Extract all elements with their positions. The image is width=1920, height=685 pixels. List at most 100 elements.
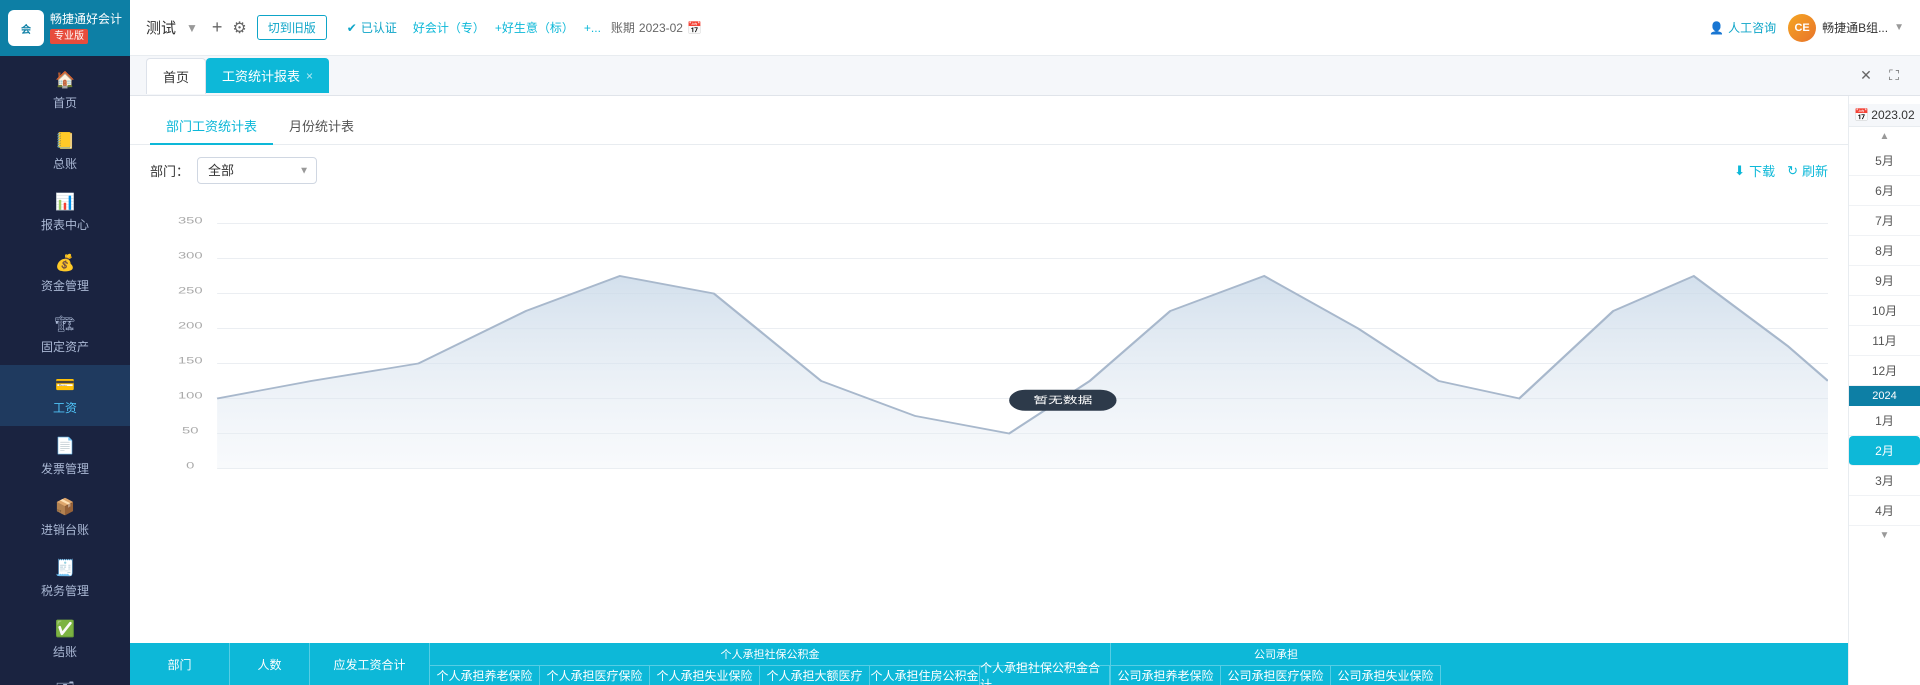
col-personal-total: 个人承担社保公积金合计 [980,666,1110,685]
sidebar-item-funds[interactable]: 💰 资金管理 [0,243,130,304]
sidebar-nav: 🏠 首页 📒 总账 📊 报表中心 💰 资金管理 🏗 固定资产 💳 工资 📄 发票… [0,56,130,685]
window-close-button[interactable]: ✕ [1856,66,1876,86]
sidebar-item-reports[interactable]: 📊 报表中心 [0,182,130,243]
col-personal-pension: 个人承担养老保险 [430,666,540,685]
dept-select[interactable]: 全部 [197,157,317,184]
date-month-7[interactable]: 7月 [1849,206,1920,236]
tab-close-button[interactable]: × [306,69,313,83]
sidebar-item-archive[interactable]: 🗂 归档管理 [0,670,130,685]
logo-text: 畅捷通好会计 专业版 [50,12,122,45]
date-month-6[interactable]: 6月 [1849,176,1920,206]
topbar-settings-button[interactable]: ⚙ [232,18,246,38]
svg-text:350: 350 [178,215,203,226]
toolbar-right: ⬇ 下载 ↻ 刷新 [1734,161,1828,180]
help-button[interactable]: 👤 人工咨询 [1709,19,1776,36]
checkout-icon: ✅ [55,619,75,639]
download-button[interactable]: ⬇ 下载 [1734,161,1775,180]
svg-text:250: 250 [178,285,203,296]
topbar-dropdown-arrow[interactable]: ▼ [186,21,198,35]
switch-old-mode-button[interactable]: 切到旧版 [257,15,327,40]
date-month-5[interactable]: 5月 [1849,146,1920,176]
chart-area: 0 50 100 150 200 250 300 350 [130,196,1848,643]
tab-salary[interactable]: 工资统计报表 × [206,58,329,93]
date-up-arrow[interactable]: ▲ [1876,127,1894,146]
home-icon: 🏠 [55,70,75,90]
sidebar-item-checkout[interactable]: ✅ 结账 [0,609,130,670]
col-personal-medical: 个人承担医疗保险 [540,666,650,685]
calendar-icon[interactable]: 📅 [687,21,702,35]
date-month-8[interactable]: 8月 [1849,236,1920,266]
check-icon: ✔ [347,21,357,35]
date-month-11[interactable]: 11月 [1849,326,1920,356]
reports-icon: 📊 [55,192,75,212]
sales-icon: 📦 [55,497,75,517]
subtab-monthly[interactable]: 月份统计表 [273,108,370,145]
svg-text:200: 200 [178,320,203,331]
sidebar-item-salary[interactable]: 💳 工资 [0,365,130,426]
date-panel: 📅 2023.02 ▲ 5月 6月 7月 8月 9月 10月 11月 12月 2… [1848,96,1920,685]
svg-text:300: 300 [178,250,203,261]
funds-icon: 💰 [55,253,75,273]
window-controls: ✕ ⛶ [1856,66,1904,86]
svg-text:50: 50 [182,425,198,436]
col-group-personal: 个人承担社保公积金 个人承担养老保险 个人承担医疗保险 个人承担失业保险 个人承… [430,643,1111,685]
user-menu[interactable]: CE 畅捷通B组... ▼ [1788,14,1904,42]
tab-home[interactable]: 首页 [146,58,206,94]
date-month-9[interactable]: 9月 [1849,266,1920,296]
group-company-cols: 公司承担养老保险 公司承担医疗保险 公司承担失业保险 [1111,666,1441,685]
sidebar-item-sales[interactable]: 📦 进销台账 [0,487,130,548]
avatar: CE [1788,14,1816,42]
tabbar: 首页 工资统计报表 × ✕ ⛶ [130,56,1920,96]
chart-tooltip-text: 暂无数据 [1033,394,1092,406]
sidebar: 会 畅捷通好会计 专业版 🏠 首页 📒 总账 📊 报表中心 💰 资金管理 🏗 固… [0,0,130,685]
sidebar-logo: 会 畅捷通好会计 专业版 [0,0,130,56]
topbar-title: 测试 [146,17,176,38]
toolbar-left: 部门： 全部 [150,157,317,184]
sidebar-item-assets[interactable]: 🏗 固定资产 [0,304,130,365]
svg-text:0: 0 [186,460,194,471]
user-arrow-icon: ▼ [1894,22,1904,33]
topbar: 测试 ▼ + ⚙ 切到旧版 ✔ 已认证 好会计（专） +好生意（标） +... … [130,0,1920,56]
group-company-label: 公司承担 [1111,643,1441,666]
toolbar: 部门： 全部 ⬇ 下载 ↻ 刷新 [130,145,1848,196]
col-company-pension: 公司承担养老保险 [1111,666,1221,685]
date-month-12[interactable]: 12月 [1849,356,1920,386]
date-panel-icon: 📅 [1854,108,1869,122]
subtabs: 部门工资统计表 月份统计表 [130,96,1848,145]
help-icon: 👤 [1709,21,1724,35]
year-2024-label: 2024 [1849,386,1920,406]
sidebar-item-ledger[interactable]: 📒 总账 [0,121,130,182]
col-total-salary: 应发工资合计 [310,643,430,685]
refresh-button[interactable]: ↻ 刷新 [1787,161,1828,180]
window-maximize-button[interactable]: ⛶ [1884,66,1904,86]
topbar-status: ✔ 已认证 [347,19,397,36]
sidebar-item-home[interactable]: 🏠 首页 [0,60,130,121]
topbar-add-button[interactable]: + [212,17,223,38]
topbar-good-business: +好生意（标） [495,19,574,36]
dept-select-wrapper: 全部 [197,157,317,184]
col-personal-large-medical: 个人承担大额医疗 [760,666,870,685]
col-personal-unemployment: 个人承担失业保险 [650,666,760,685]
refresh-icon: ↻ [1787,163,1798,179]
date-down-arrow[interactable]: ▼ [1876,526,1894,545]
col-group-company: 公司承担 公司承担养老保险 公司承担医疗保险 公司承担失业保险 [1111,643,1441,685]
download-icon: ⬇ [1734,163,1745,179]
svg-text:150: 150 [178,355,203,366]
date-panel-header: 📅 2023.02 [1849,104,1920,127]
date-2024-month-1[interactable]: 1月 [1849,406,1920,436]
date-2024-month-2[interactable]: 2月 [1849,436,1920,466]
date-month-10[interactable]: 10月 [1849,296,1920,326]
sidebar-item-invoice[interactable]: 📄 发票管理 [0,426,130,487]
table-header-row: 部门 人数 应发工资合计 个人承担社保公积金 个人承担养老保险 个人承担医疗保险… [130,643,1848,685]
date-2024-month-4[interactable]: 4月 [1849,496,1920,526]
col-personal-housing: 个人承担住房公积金 [870,666,980,685]
date-2024-month-3[interactable]: 3月 [1849,466,1920,496]
subtab-dept[interactable]: 部门工资统计表 [150,108,273,145]
salary-chart: 0 50 100 150 200 250 300 350 [150,206,1828,486]
topbar-more: +... [584,21,601,35]
sidebar-item-tax[interactable]: 🧾 税务管理 [0,548,130,609]
main-content: 测试 ▼ + ⚙ 切到旧版 ✔ 已认证 好会计（专） +好生意（标） +... … [130,0,1920,685]
ledger-icon: 📒 [55,131,75,151]
topbar-right: 👤 人工咨询 CE 畅捷通B组... ▼ [1709,14,1904,42]
page-content: 部门工资统计表 月份统计表 部门： 全部 [130,96,1848,685]
